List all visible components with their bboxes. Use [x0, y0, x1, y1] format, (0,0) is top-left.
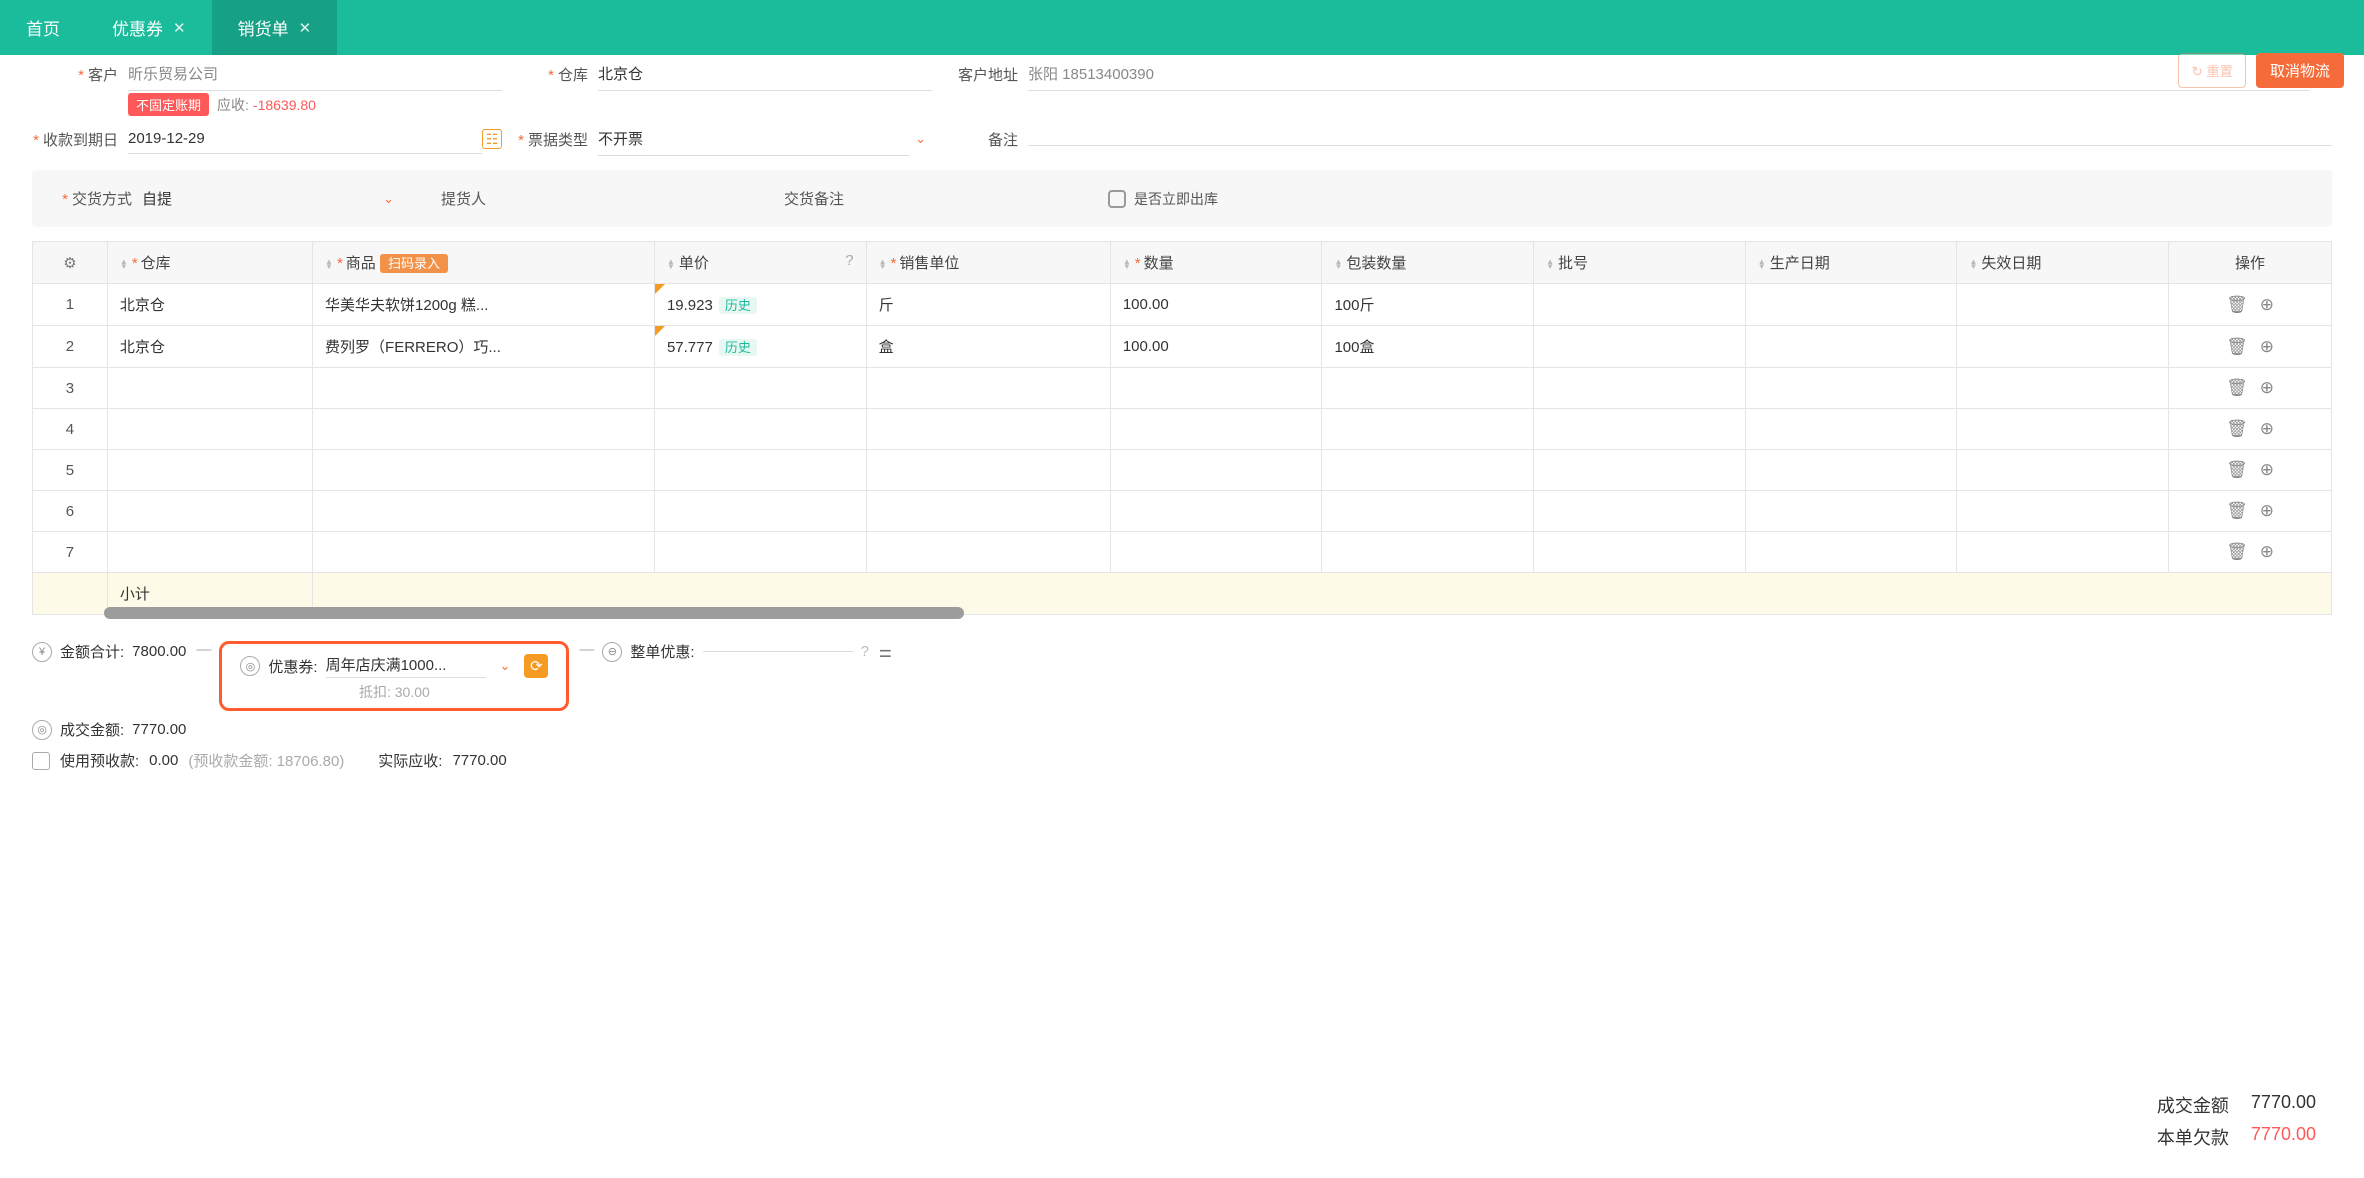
remark-input[interactable]: [1028, 133, 2332, 146]
tab-sales[interactable]: 销货单✕: [212, 0, 338, 55]
sort-icon[interactable]: ▲▼: [667, 259, 675, 269]
deal-value: 7770.00: [132, 721, 186, 738]
billtype-label: 票据类型: [502, 129, 598, 150]
help-icon[interactable]: ?: [861, 643, 869, 660]
delivery-remark-input[interactable]: [854, 193, 1072, 205]
actual-label: 实际应收:: [378, 750, 442, 771]
address-label: 客户地址: [932, 64, 1028, 85]
add-icon[interactable]: ⊕: [2260, 419, 2274, 438]
delivery-method-value[interactable]: 自提: [142, 182, 377, 215]
coupon-select[interactable]: 周年店庆满1000...: [326, 654, 486, 678]
sort-icon[interactable]: ▲▼: [1123, 259, 1131, 269]
deduct-value: 30.00: [395, 684, 430, 700]
remark-label: 备注: [932, 129, 1028, 150]
picker-label: 提货人: [436, 188, 496, 209]
table-row[interactable]: 6🗑⊕: [33, 491, 2332, 532]
delete-icon[interactable]: 🗑: [2226, 460, 2248, 479]
calendar-icon[interactable]: ☷: [482, 129, 502, 149]
warehouse-label: 仓库: [502, 64, 598, 85]
horizontal-scrollbar[interactable]: [32, 615, 2332, 629]
customer-label: 客户: [32, 64, 128, 85]
tab-bar: 首页 优惠券✕ 销货单✕: [0, 0, 2364, 55]
table-row[interactable]: 2北京仓费列罗（FERRERO）巧...57.777历史盒100.00100盒🗑…: [33, 326, 2332, 368]
instant-label: 是否立即出库: [1134, 189, 1218, 209]
tab-home[interactable]: 首页: [0, 0, 86, 55]
ticket-icon: ◎: [240, 656, 260, 676]
instant-checkbox[interactable]: [1108, 190, 1126, 208]
order-discount-label: 整单优惠:: [630, 641, 694, 662]
table-row[interactable]: 5🗑⊕: [33, 450, 2332, 491]
add-icon[interactable]: ⊕: [2260, 542, 2274, 561]
deal-label: 成交金额:: [60, 719, 124, 740]
scan-button[interactable]: 扫码录入: [380, 254, 448, 273]
address-value[interactable]: 张阳 18513400390: [1028, 57, 2309, 91]
table-row[interactable]: 3🗑⊕: [33, 368, 2332, 409]
prepay-value: 0.00: [149, 752, 178, 769]
prepay-label: 使用预收款:: [60, 750, 139, 771]
customer-value[interactable]: 昕乐贸易公司: [128, 57, 502, 91]
tab-coupon[interactable]: 优惠券✕: [86, 0, 212, 55]
sort-icon[interactable]: ▲▼: [1969, 259, 1977, 269]
delete-icon[interactable]: 🗑: [2226, 337, 2248, 356]
table-row[interactable]: 4🗑⊕: [33, 409, 2332, 450]
chevron-down-icon[interactable]: ⌄: [909, 131, 932, 147]
add-icon[interactable]: ⊕: [2260, 378, 2274, 397]
picker-input[interactable]: [496, 193, 736, 205]
sort-icon[interactable]: ▲▼: [1334, 259, 1342, 269]
delivery-remark-label: 交货备注: [772, 188, 854, 209]
paydate-value[interactable]: 2019-12-29: [128, 124, 482, 154]
sort-icon[interactable]: ▲▼: [120, 259, 128, 269]
add-icon[interactable]: ⊕: [2260, 337, 2274, 356]
actual-value: 7770.00: [452, 752, 506, 769]
discount-icon: ⊖: [602, 642, 622, 662]
delete-icon[interactable]: 🗑: [2226, 295, 2248, 314]
amount-label: 金额合计:: [60, 641, 124, 662]
period-tag: 不固定账期: [128, 93, 209, 116]
currency-icon: ¥: [32, 642, 52, 662]
amount-value: 7800.00: [132, 643, 186, 660]
reset-button[interactable]: ↻ 重置: [2178, 53, 2246, 88]
coupon-label: 优惠券:: [268, 656, 317, 677]
gear-icon[interactable]: ⚙: [63, 255, 76, 272]
box-deal-value: 7770.00: [2251, 1092, 2316, 1118]
receivable-value: -18639.80: [253, 97, 316, 113]
table-row[interactable]: 1北京仓华美华夫软饼1200g 糕...19.923历史斤100.00100斤🗑…: [33, 284, 2332, 326]
sort-icon[interactable]: ▲▼: [325, 259, 333, 269]
coupon-highlight: ◎ 优惠券: 周年店庆满1000... ⌄ ⟳ 抵扣: 30.00: [219, 641, 569, 711]
chevron-down-icon[interactable]: ⌄: [377, 191, 400, 207]
chevron-down-icon[interactable]: ⌄: [494, 658, 517, 674]
delivery-bar: 交货方式 自提 ⌄ 提货人 交货备注 是否立即出库: [32, 170, 2332, 227]
sort-icon[interactable]: ▲▼: [1758, 259, 1766, 269]
cancel-logistics-button[interactable]: 取消物流: [2256, 53, 2344, 88]
refresh-icon[interactable]: ⟳: [524, 654, 548, 678]
table-row[interactable]: 7🗑⊕: [33, 532, 2332, 573]
add-icon[interactable]: ⊕: [2260, 460, 2274, 479]
sort-icon[interactable]: ▲▼: [879, 259, 887, 269]
close-icon[interactable]: ✕: [299, 19, 312, 37]
box-owe-value: 7770.00: [2251, 1124, 2316, 1150]
delete-icon[interactable]: 🗑: [2226, 419, 2248, 438]
billtype-value[interactable]: 不开票: [598, 122, 909, 156]
add-icon[interactable]: ⊕: [2260, 295, 2274, 314]
summary-box: 成交金额7770.00 本单欠款7770.00: [2139, 1082, 2334, 1160]
close-icon[interactable]: ✕: [173, 19, 186, 37]
delete-icon[interactable]: 🗑: [2226, 501, 2248, 520]
items-table: ⚙ ▲▼仓库 ▲▼商品 扫码录入 ▲▼单价? ▲▼销售单位 ▲▼数量 ▲▼包装数…: [32, 241, 2332, 615]
sort-icon[interactable]: ▲▼: [1546, 259, 1554, 269]
order-discount-input[interactable]: [703, 651, 853, 652]
delivery-method-label: 交货方式: [60, 188, 142, 209]
paydate-label: 收款到期日: [32, 129, 128, 150]
delete-icon[interactable]: 🗑: [2226, 378, 2248, 397]
deal-icon: ◎: [32, 720, 52, 740]
add-icon[interactable]: ⊕: [2260, 501, 2274, 520]
receivable-label: 应收:: [217, 95, 249, 115]
prepay-checkbox[interactable]: [32, 752, 50, 770]
help-icon[interactable]: ?: [845, 252, 853, 269]
warehouse-value[interactable]: 北京仓: [598, 57, 932, 91]
delete-icon[interactable]: 🗑: [2226, 542, 2248, 561]
